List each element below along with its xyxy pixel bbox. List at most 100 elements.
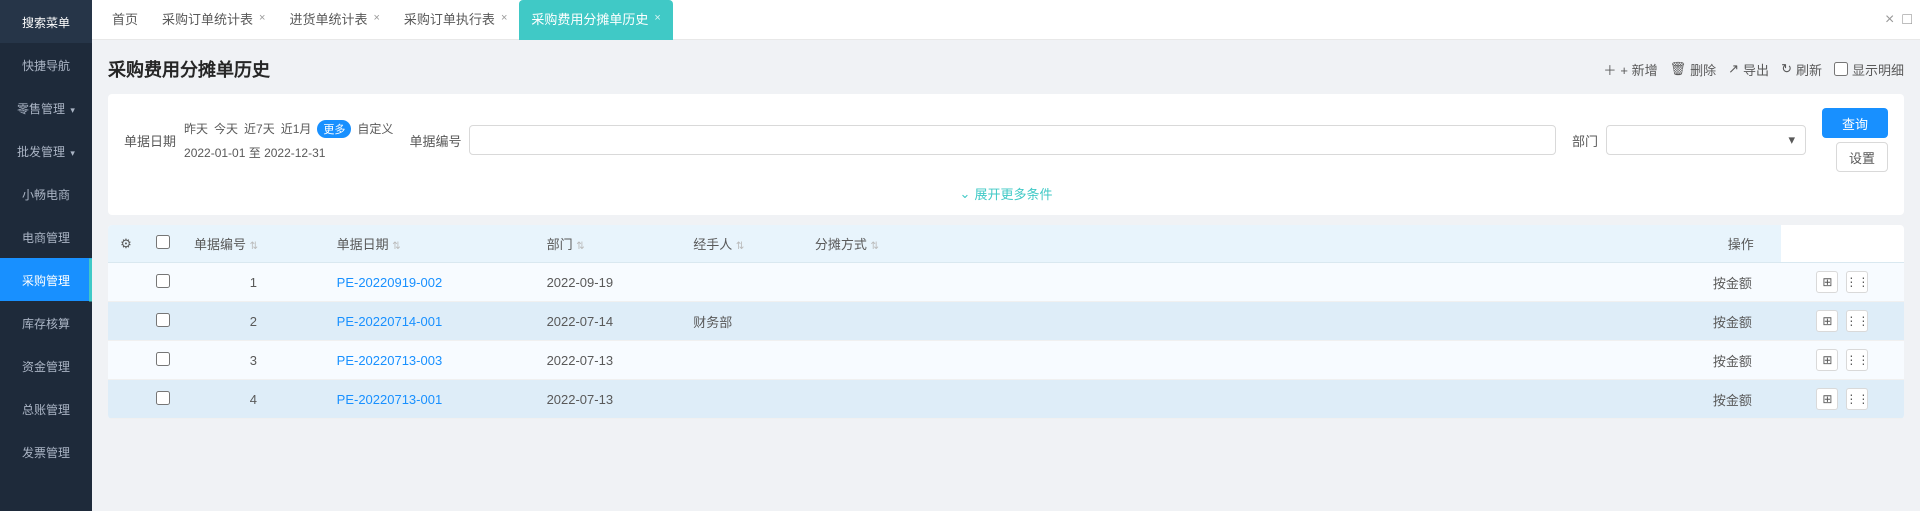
row-doc-num-link[interactable]: PE-20220713-003 xyxy=(337,353,443,368)
show-cols-button[interactable]: 显示明细 xyxy=(1834,60,1904,79)
sidebar-item-wholesale-mgmt[interactable]: 批发管理 ▾ xyxy=(0,129,92,172)
row-settings-cell xyxy=(108,341,144,380)
row-alloc-method-cell: 按金额 xyxy=(1701,263,1781,302)
tabs-close-icon[interactable]: × xyxy=(1885,11,1894,29)
row-dept-cell: 财务部 xyxy=(681,302,803,341)
col-dept-header[interactable]: 部门 ⇅ xyxy=(535,225,682,263)
col-settings-header[interactable]: ⚙ xyxy=(108,225,144,263)
col-alloc-method-header[interactable]: 分摊方式 ⇅ xyxy=(803,225,1701,263)
table-body: 1 PE-20220919-002 2022-09-19 按金额 ⊞ ⋮⋮ 2 … xyxy=(108,263,1904,419)
dept-field: 部门 ▾ xyxy=(1572,125,1806,155)
row-doc-num-cell[interactable]: PE-20220919-002 xyxy=(325,263,535,302)
tab-purchase-goods-stats[interactable]: 进货单统计表 × xyxy=(277,0,391,40)
tab-close-purchase-cost-alloc[interactable]: × xyxy=(654,13,660,24)
shortcut-7days[interactable]: 近7天 xyxy=(244,120,275,137)
row-doc-num-cell[interactable]: PE-20220714-001 xyxy=(325,302,535,341)
tab-purchase-order-exec[interactable]: 采购订单执行表 × xyxy=(392,0,519,40)
export-button[interactable]: ↗ 导出 xyxy=(1728,60,1769,79)
tab-close-purchase-goods-stats[interactable]: × xyxy=(373,13,379,24)
row-dept-cell xyxy=(681,263,803,302)
shortcut-custom[interactable]: 自定义 xyxy=(357,120,393,137)
col-handler-header[interactable]: 经手人 ⇅ xyxy=(681,225,803,263)
row-date-cell: 2022-09-19 xyxy=(535,263,682,302)
search-button[interactable]: 查询 xyxy=(1822,108,1888,138)
sort-date-icon[interactable]: ⇅ xyxy=(392,241,400,252)
row-date-cell: 2022-07-13 xyxy=(535,341,682,380)
sidebar-item-inventory[interactable]: 库存核算 xyxy=(0,301,92,344)
refresh-button[interactable]: ↻ 刷新 xyxy=(1781,60,1822,79)
row-doc-num-link[interactable]: PE-20220714-001 xyxy=(337,314,443,329)
col-doc-num-header[interactable]: 单据编号 ⇅ xyxy=(182,225,325,263)
main-area: 首页 采购订单统计表 × 进货单统计表 × 采购订单执行表 × 采购费用分摊单历… xyxy=(92,0,1920,511)
row-doc-num-link[interactable]: PE-20220713-001 xyxy=(337,392,443,407)
shortcut-1month[interactable]: 近1月 xyxy=(281,120,312,137)
tab-close-purchase-order-stats[interactable]: × xyxy=(259,13,265,24)
col-checkbox-header[interactable] xyxy=(144,225,182,263)
sidebar-item-finance-mgmt[interactable]: 资金管理 xyxy=(0,344,92,387)
select-all-checkbox[interactable] xyxy=(156,235,170,249)
more-icon[interactable]: ⋮⋮ xyxy=(1846,271,1868,293)
add-button[interactable]: ＋ + 新增 xyxy=(1603,60,1657,79)
add-icon: ＋ xyxy=(1603,60,1616,79)
dept-select[interactable]: ▾ xyxy=(1606,125,1806,155)
row-doc-num-cell[interactable]: PE-20220713-003 xyxy=(325,341,535,380)
row-date-cell: 2022-07-14 xyxy=(535,302,682,341)
sort-alloc-icon[interactable]: ⇅ xyxy=(870,241,878,252)
shortcut-today[interactable]: 今天 xyxy=(214,120,238,137)
row-checkbox-cell[interactable] xyxy=(144,302,182,341)
sidebar-item-search-menu[interactable]: 搜索菜单 xyxy=(0,0,92,43)
tab-purchase-cost-alloc[interactable]: 采购费用分摊单历史 × xyxy=(519,0,672,40)
settings-button[interactable]: 设置 xyxy=(1836,142,1888,172)
search-actions: 查询 设置 xyxy=(1822,108,1888,172)
tabs-right-controls: × □ xyxy=(1885,11,1912,29)
row-checkbox[interactable] xyxy=(156,352,170,366)
more-icon[interactable]: ⋮⋮ xyxy=(1846,388,1868,410)
edit-icon[interactable]: ⊞ xyxy=(1816,310,1838,332)
show-cols-checkbox[interactable] xyxy=(1834,62,1848,76)
row-checkbox[interactable] xyxy=(156,391,170,405)
sidebar-item-quick-nav[interactable]: 快捷导航 xyxy=(0,43,92,86)
sidebar-item-purchase-mgmt[interactable]: 采购管理 xyxy=(0,258,92,301)
tab-close-purchase-order-exec[interactable]: × xyxy=(501,13,507,24)
tab-purchase-order-stats[interactable]: 采购订单统计表 × xyxy=(150,0,277,40)
table-row: 2 PE-20220714-001 2022-07-14 财务部 按金额 ⊞ ⋮… xyxy=(108,302,1904,341)
date-range-text: 2022-01-01 至 2022-12-31 xyxy=(184,144,393,161)
shortcut-more[interactable]: 更多 xyxy=(317,120,351,138)
more-icon[interactable]: ⋮⋮ xyxy=(1846,310,1868,332)
edit-icon[interactable]: ⊞ xyxy=(1816,271,1838,293)
sidebar-item-ledger-mgmt[interactable]: 总账管理 xyxy=(0,387,92,430)
search-panel: 单据日期 昨天 今天 近7天 近1月 更多 自定义 2022-01-01 至 2… xyxy=(108,94,1904,215)
sort-doc-num-icon[interactable]: ⇅ xyxy=(250,241,258,252)
dept-select-arrow: ▾ xyxy=(1788,132,1795,148)
col-date-header[interactable]: 单据日期 ⇅ xyxy=(325,225,535,263)
row-doc-num-link[interactable]: PE-20220919-002 xyxy=(337,275,443,290)
row-checkbox-cell[interactable] xyxy=(144,341,182,380)
page-title: 采购费用分摊单历史 xyxy=(108,56,270,82)
date-label: 单据日期 xyxy=(124,131,176,150)
tab-home[interactable]: 首页 xyxy=(100,0,150,40)
row-checkbox-cell[interactable] xyxy=(144,380,182,419)
row-doc-num-cell[interactable]: PE-20220713-001 xyxy=(325,380,535,419)
row-settings-cell xyxy=(108,263,144,302)
expand-button[interactable]: ⌄ 展开更多条件 xyxy=(960,184,1053,203)
sort-handler-icon[interactable]: ⇅ xyxy=(736,241,744,252)
row-num-cell: 3 xyxy=(182,341,325,380)
row-checkbox[interactable] xyxy=(156,313,170,327)
table-row: 4 PE-20220713-001 2022-07-13 按金额 ⊞ ⋮⋮ xyxy=(108,380,1904,419)
edit-icon[interactable]: ⊞ xyxy=(1816,349,1838,371)
doc-num-input[interactable] xyxy=(469,125,1556,155)
shortcut-yesterday[interactable]: 昨天 xyxy=(184,120,208,137)
edit-icon[interactable]: ⊞ xyxy=(1816,388,1838,410)
content-area: 采购费用分摊单历史 ＋ + 新增 🗑 删除 ↗ 导出 ↻ 刷新 xyxy=(92,40,1920,511)
sidebar-item-ecom-mgmt[interactable]: 电商管理 xyxy=(0,215,92,258)
sidebar-item-retail-mgmt[interactable]: 零售管理 ▾ xyxy=(0,86,92,129)
delete-button[interactable]: 🗑 删除 xyxy=(1670,60,1717,79)
sidebar-item-mini-ecom[interactable]: 小畅电商 xyxy=(0,172,92,215)
tabs-maximize-icon[interactable]: □ xyxy=(1902,11,1912,29)
row-checkbox-cell[interactable] xyxy=(144,263,182,302)
sidebar-item-invoice-mgmt[interactable]: 发票管理 xyxy=(0,430,92,473)
more-icon[interactable]: ⋮⋮ xyxy=(1846,349,1868,371)
sort-dept-icon[interactable]: ⇅ xyxy=(576,241,584,252)
search-row-1: 单据日期 昨天 今天 近7天 近1月 更多 自定义 2022-01-01 至 2… xyxy=(124,108,1888,172)
row-checkbox[interactable] xyxy=(156,274,170,288)
